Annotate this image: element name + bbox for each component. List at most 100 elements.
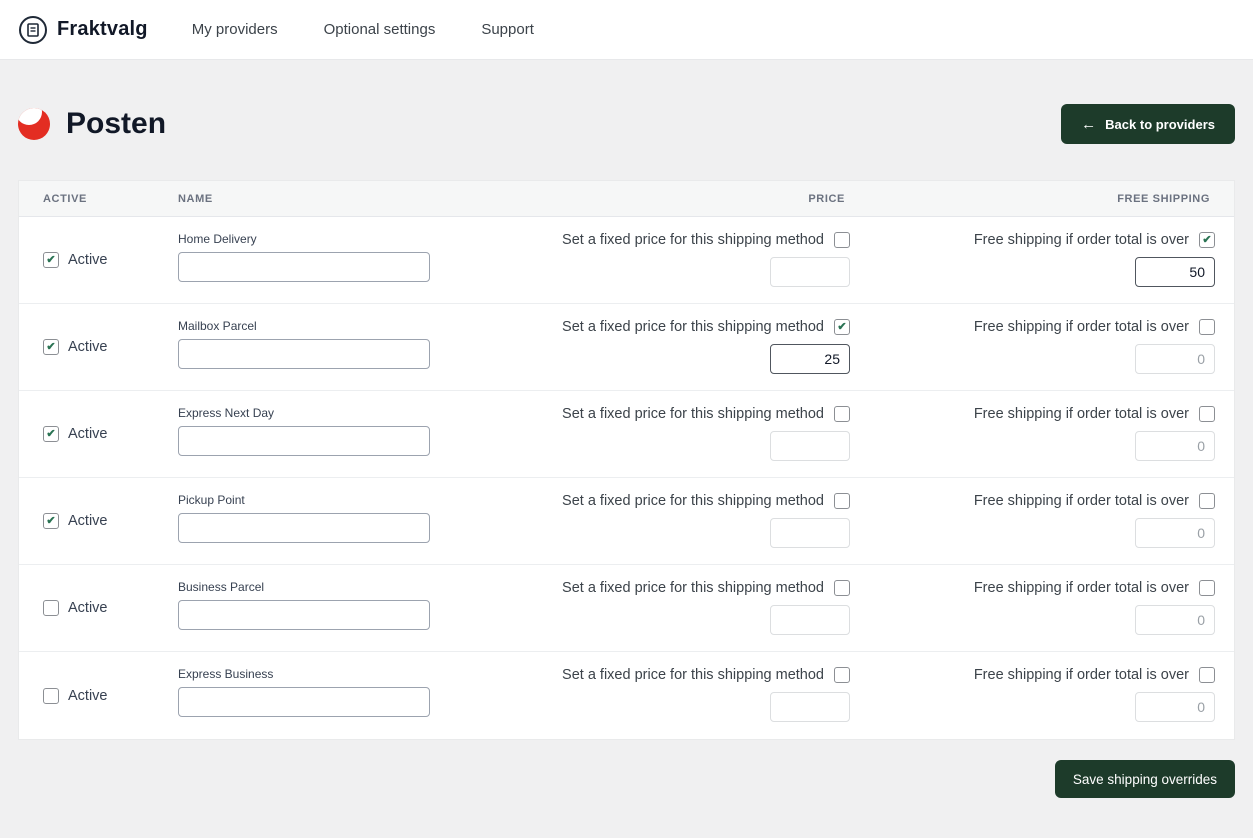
free-shipping-label: Free shipping if order total is over	[973, 580, 1189, 596]
active-label: Active	[68, 426, 108, 442]
active-checkbox[interactable]	[43, 513, 59, 529]
page-content: Posten ← Back to providers Active Name P…	[0, 104, 1253, 838]
table-body: Active Home Delivery Set a fixed price f…	[19, 217, 1234, 739]
fixed-price-checkbox[interactable]	[834, 232, 850, 248]
free-shipping-cell: Free shipping if order total is over	[850, 667, 1215, 722]
nav-item-support[interactable]: Support	[481, 21, 534, 38]
arrow-left-icon: ←	[1081, 115, 1097, 133]
active-label: Active	[68, 339, 108, 355]
fixed-price-label: Set a fixed price for this shipping meth…	[562, 406, 824, 422]
brand[interactable]: Fraktvalg	[18, 15, 148, 45]
free-shipping-checkbox[interactable]	[1199, 406, 1215, 422]
active-cell: Active	[43, 252, 178, 268]
price-cell: Set a fixed price for this shipping meth…	[430, 406, 850, 461]
brand-name: Fraktvalg	[57, 18, 148, 40]
back-to-providers-button[interactable]: ← Back to providers	[1061, 104, 1235, 144]
fixed-price-label: Set a fixed price for this shipping meth…	[562, 319, 824, 335]
free-shipping-input[interactable]	[1135, 431, 1215, 461]
fixed-price-label: Set a fixed price for this shipping meth…	[562, 493, 824, 509]
fixed-price-input[interactable]	[770, 692, 850, 722]
price-cell: Set a fixed price for this shipping meth…	[430, 319, 850, 374]
price-cell: Set a fixed price for this shipping meth…	[430, 667, 850, 722]
row-name-label: Business Parcel	[178, 580, 265, 594]
top-navbar: Fraktvalg My providers Optional settings…	[0, 0, 1253, 60]
name-input[interactable]	[178, 339, 430, 369]
active-checkbox[interactable]	[43, 252, 59, 268]
header-name: Name	[178, 192, 213, 205]
active-cell: Active	[43, 426, 178, 442]
price-cell: Set a fixed price for this shipping meth…	[430, 232, 850, 287]
header-price: Price	[808, 192, 845, 205]
free-shipping-label: Free shipping if order total is over	[973, 493, 1189, 509]
free-shipping-cell: Free shipping if order total is over	[850, 493, 1215, 548]
fixed-price-input[interactable]	[770, 257, 850, 287]
price-cell: Set a fixed price for this shipping meth…	[430, 493, 850, 548]
table-row: Active Express Next Day Set a fixed pric…	[19, 391, 1234, 478]
nav-links: My providers Optional settings Support	[192, 21, 534, 38]
page-header: Posten ← Back to providers	[18, 104, 1235, 144]
active-cell: Active	[43, 513, 178, 529]
free-shipping-label: Free shipping if order total is over	[973, 232, 1189, 248]
active-label: Active	[68, 252, 108, 268]
posten-logo	[18, 108, 50, 140]
fixed-price-input[interactable]	[770, 518, 850, 548]
free-shipping-input[interactable]	[1135, 257, 1215, 287]
active-label: Active	[68, 600, 108, 616]
active-checkbox[interactable]	[43, 687, 59, 704]
free-shipping-input[interactable]	[1135, 344, 1215, 374]
name-input[interactable]	[178, 426, 430, 456]
free-shipping-checkbox[interactable]	[1199, 667, 1215, 683]
active-checkbox[interactable]	[43, 426, 59, 442]
active-checkbox[interactable]	[43, 600, 59, 616]
save-shipping-overrides-button[interactable]: Save shipping overrides	[1054, 760, 1235, 798]
row-name-label: Pickup Point	[178, 493, 245, 507]
fraktvalg-logo-icon	[18, 15, 48, 45]
active-checkbox[interactable]	[43, 339, 59, 355]
name-cell: Business Parcel	[178, 580, 430, 630]
name-input[interactable]	[178, 252, 430, 282]
free-shipping-checkbox[interactable]	[1199, 493, 1215, 509]
free-shipping-input[interactable]	[1135, 518, 1215, 548]
fixed-price-checkbox[interactable]	[834, 406, 850, 422]
name-cell: Home Delivery	[178, 232, 430, 282]
name-input[interactable]	[178, 600, 430, 630]
header-active: Active	[43, 192, 87, 205]
fixed-price-label: Set a fixed price for this shipping meth…	[562, 580, 824, 596]
free-shipping-checkbox[interactable]	[1199, 232, 1215, 248]
table-row: Active Express Business Set a fixed pric…	[19, 652, 1234, 739]
name-input[interactable]	[178, 513, 430, 543]
free-shipping-checkbox[interactable]	[1199, 319, 1215, 335]
free-shipping-cell: Free shipping if order total is over	[850, 580, 1215, 635]
active-cell: Active	[43, 687, 178, 704]
active-cell: Active	[43, 339, 178, 355]
free-shipping-cell: Free shipping if order total is over	[850, 232, 1215, 287]
fixed-price-checkbox[interactable]	[834, 580, 850, 596]
free-shipping-input[interactable]	[1135, 692, 1215, 722]
row-name-label: Express Next Day	[178, 406, 275, 420]
fixed-price-checkbox[interactable]	[834, 319, 850, 335]
header-free-shipping: Free Shipping	[1117, 192, 1210, 205]
free-shipping-input[interactable]	[1135, 605, 1215, 635]
free-shipping-cell: Free shipping if order total is over	[850, 319, 1215, 374]
fixed-price-input[interactable]	[770, 431, 850, 461]
footer-actions: Save shipping overrides	[18, 760, 1235, 838]
fixed-price-input[interactable]	[770, 605, 850, 635]
active-label: Active	[68, 513, 108, 529]
table-row: Active Mailbox Parcel Set a fixed price …	[19, 304, 1234, 391]
active-cell: Active	[43, 600, 178, 616]
fixed-price-checkbox[interactable]	[834, 667, 850, 683]
row-name-label: Mailbox Parcel	[178, 319, 257, 333]
name-cell: Express Next Day	[178, 406, 430, 456]
shipping-methods-table: Active Name Price Free Shipping Active H…	[18, 180, 1235, 740]
fixed-price-input[interactable]	[770, 344, 850, 374]
page-title: Posten	[66, 107, 167, 140]
name-input[interactable]	[178, 687, 430, 717]
nav-item-my-providers[interactable]: My providers	[192, 21, 278, 38]
free-shipping-checkbox[interactable]	[1199, 580, 1215, 596]
name-cell: Pickup Point	[178, 493, 430, 543]
free-shipping-label: Free shipping if order total is over	[973, 406, 1189, 422]
fixed-price-checkbox[interactable]	[834, 493, 850, 509]
name-cell: Mailbox Parcel	[178, 319, 430, 369]
active-label: Active	[68, 687, 108, 704]
nav-item-optional-settings[interactable]: Optional settings	[324, 21, 436, 38]
